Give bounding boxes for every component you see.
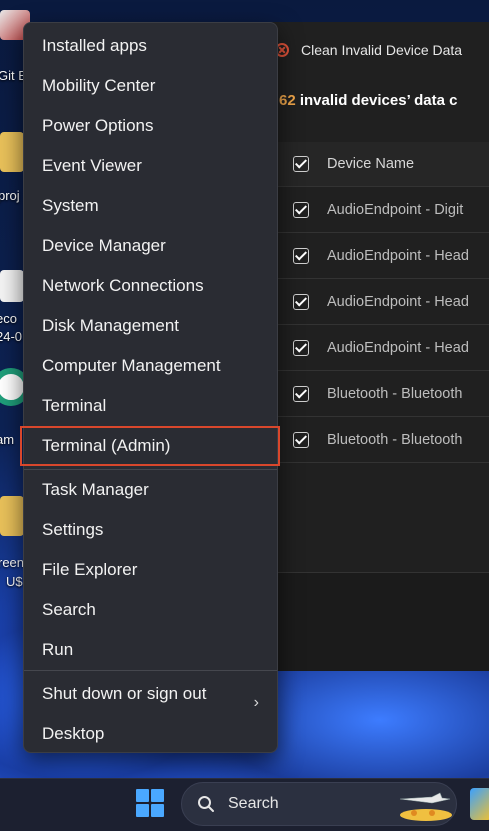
device-name-cell: Bluetooth - Bluetooth — [327, 385, 463, 402]
menu-item-disk-management[interactable]: Disk Management — [42, 308, 179, 344]
invalid-summary-text: invalid devices’ data c — [295, 92, 458, 109]
menu-item-desktop[interactable]: Desktop — [42, 716, 104, 752]
column-header-device-name: Device Name — [327, 156, 415, 172]
table-row[interactable]: AudioEndpoint - Digit — [277, 187, 489, 233]
menu-item-task-manager[interactable]: Task Manager — [42, 472, 149, 508]
invalid-devices-summary: 62 invalid devices’ data c — [279, 92, 457, 109]
menu-item-computer-management[interactable]: Computer Management — [42, 348, 221, 384]
table-row[interactable]: Bluetooth - Bluetooth — [277, 417, 489, 463]
winx-context-menu: Installed apps Mobility Center Power Opt… — [23, 22, 278, 753]
menu-item-terminal[interactable]: Terminal — [42, 388, 106, 424]
device-name-cell: AudioEndpoint - Head — [327, 247, 469, 264]
table-row[interactable]: AudioEndpoint - Head — [277, 233, 489, 279]
folder-icon[interactable] — [0, 496, 24, 536]
window-title: Clean Invalid Device Data — [265, 36, 462, 64]
start-button[interactable] — [136, 789, 164, 817]
device-table: Device Name AudioEndpoint - Digit AudioE… — [277, 142, 489, 463]
device-name-cell: Bluetooth - Bluetooth — [327, 431, 463, 448]
row-checkbox[interactable] — [293, 431, 309, 448]
table-row[interactable]: AudioEndpoint - Head — [277, 279, 489, 325]
menu-item-network-connections[interactable]: Network Connections — [42, 268, 204, 304]
chevron-right-icon: › — [253, 694, 259, 711]
menu-separator — [24, 670, 277, 671]
search-highlight-illustration-icon — [399, 792, 452, 821]
table-row[interactable]: AudioEndpoint - Head — [277, 325, 489, 371]
menu-item-device-manager[interactable]: Device Manager — [42, 228, 166, 264]
invalid-count: 62 — [279, 92, 296, 109]
search-icon — [198, 796, 214, 812]
menu-separator — [24, 469, 277, 470]
menu-item-run[interactable]: Run — [42, 632, 73, 668]
window-title-text: Clean Invalid Device Data — [301, 42, 463, 58]
select-all-checkbox[interactable] — [293, 156, 309, 172]
menu-item-mobility-center[interactable]: Mobility Center — [42, 68, 155, 104]
row-checkbox[interactable] — [293, 247, 309, 264]
menu-item-system[interactable]: System — [42, 188, 99, 224]
table-header-row: Device Name — [277, 142, 489, 187]
menu-item-settings[interactable]: Settings — [42, 512, 103, 548]
desktop-icon-label: eco — [0, 311, 17, 326]
menu-item-installed-apps[interactable]: Installed apps — [42, 28, 147, 64]
desktop-icon-label: proj — [0, 188, 20, 203]
menu-item-file-explorer[interactable]: File Explorer — [42, 552, 137, 588]
window-footer — [265, 572, 489, 671]
folder-icon[interactable] — [0, 132, 24, 172]
windows-logo-icon — [136, 789, 149, 802]
row-checkbox[interactable] — [293, 385, 309, 402]
row-checkbox[interactable] — [293, 293, 309, 310]
search-label: Search — [228, 795, 279, 812]
device-name-cell: AudioEndpoint - Head — [327, 339, 469, 356]
desktop-icon-label: U$ — [6, 574, 23, 589]
menu-item-shut-down-or-sign-out[interactable]: Shut down or sign out — [42, 676, 206, 712]
taskbar: Search — [0, 778, 489, 831]
device-name-cell: AudioEndpoint - Head — [327, 293, 469, 310]
desktop-icon-label: 24-0 — [0, 329, 23, 344]
taskbar-search-box[interactable]: Search — [181, 782, 457, 826]
row-checkbox[interactable] — [293, 201, 309, 218]
desktop-icon-label: reen — [0, 555, 25, 570]
document-icon[interactable] — [0, 270, 24, 302]
highlight-box — [20, 426, 280, 466]
row-checkbox[interactable] — [293, 339, 309, 356]
desktop-icon-label: am — [0, 432, 15, 447]
menu-item-search[interactable]: Search — [42, 592, 96, 628]
menu-item-power-options[interactable]: Power Options — [42, 108, 154, 144]
pinned-app-icon[interactable] — [470, 788, 489, 820]
table-row[interactable]: Bluetooth - Bluetooth — [277, 371, 489, 417]
menu-item-event-viewer[interactable]: Event Viewer — [42, 148, 142, 184]
device-name-cell: AudioEndpoint - Digit — [327, 201, 464, 218]
